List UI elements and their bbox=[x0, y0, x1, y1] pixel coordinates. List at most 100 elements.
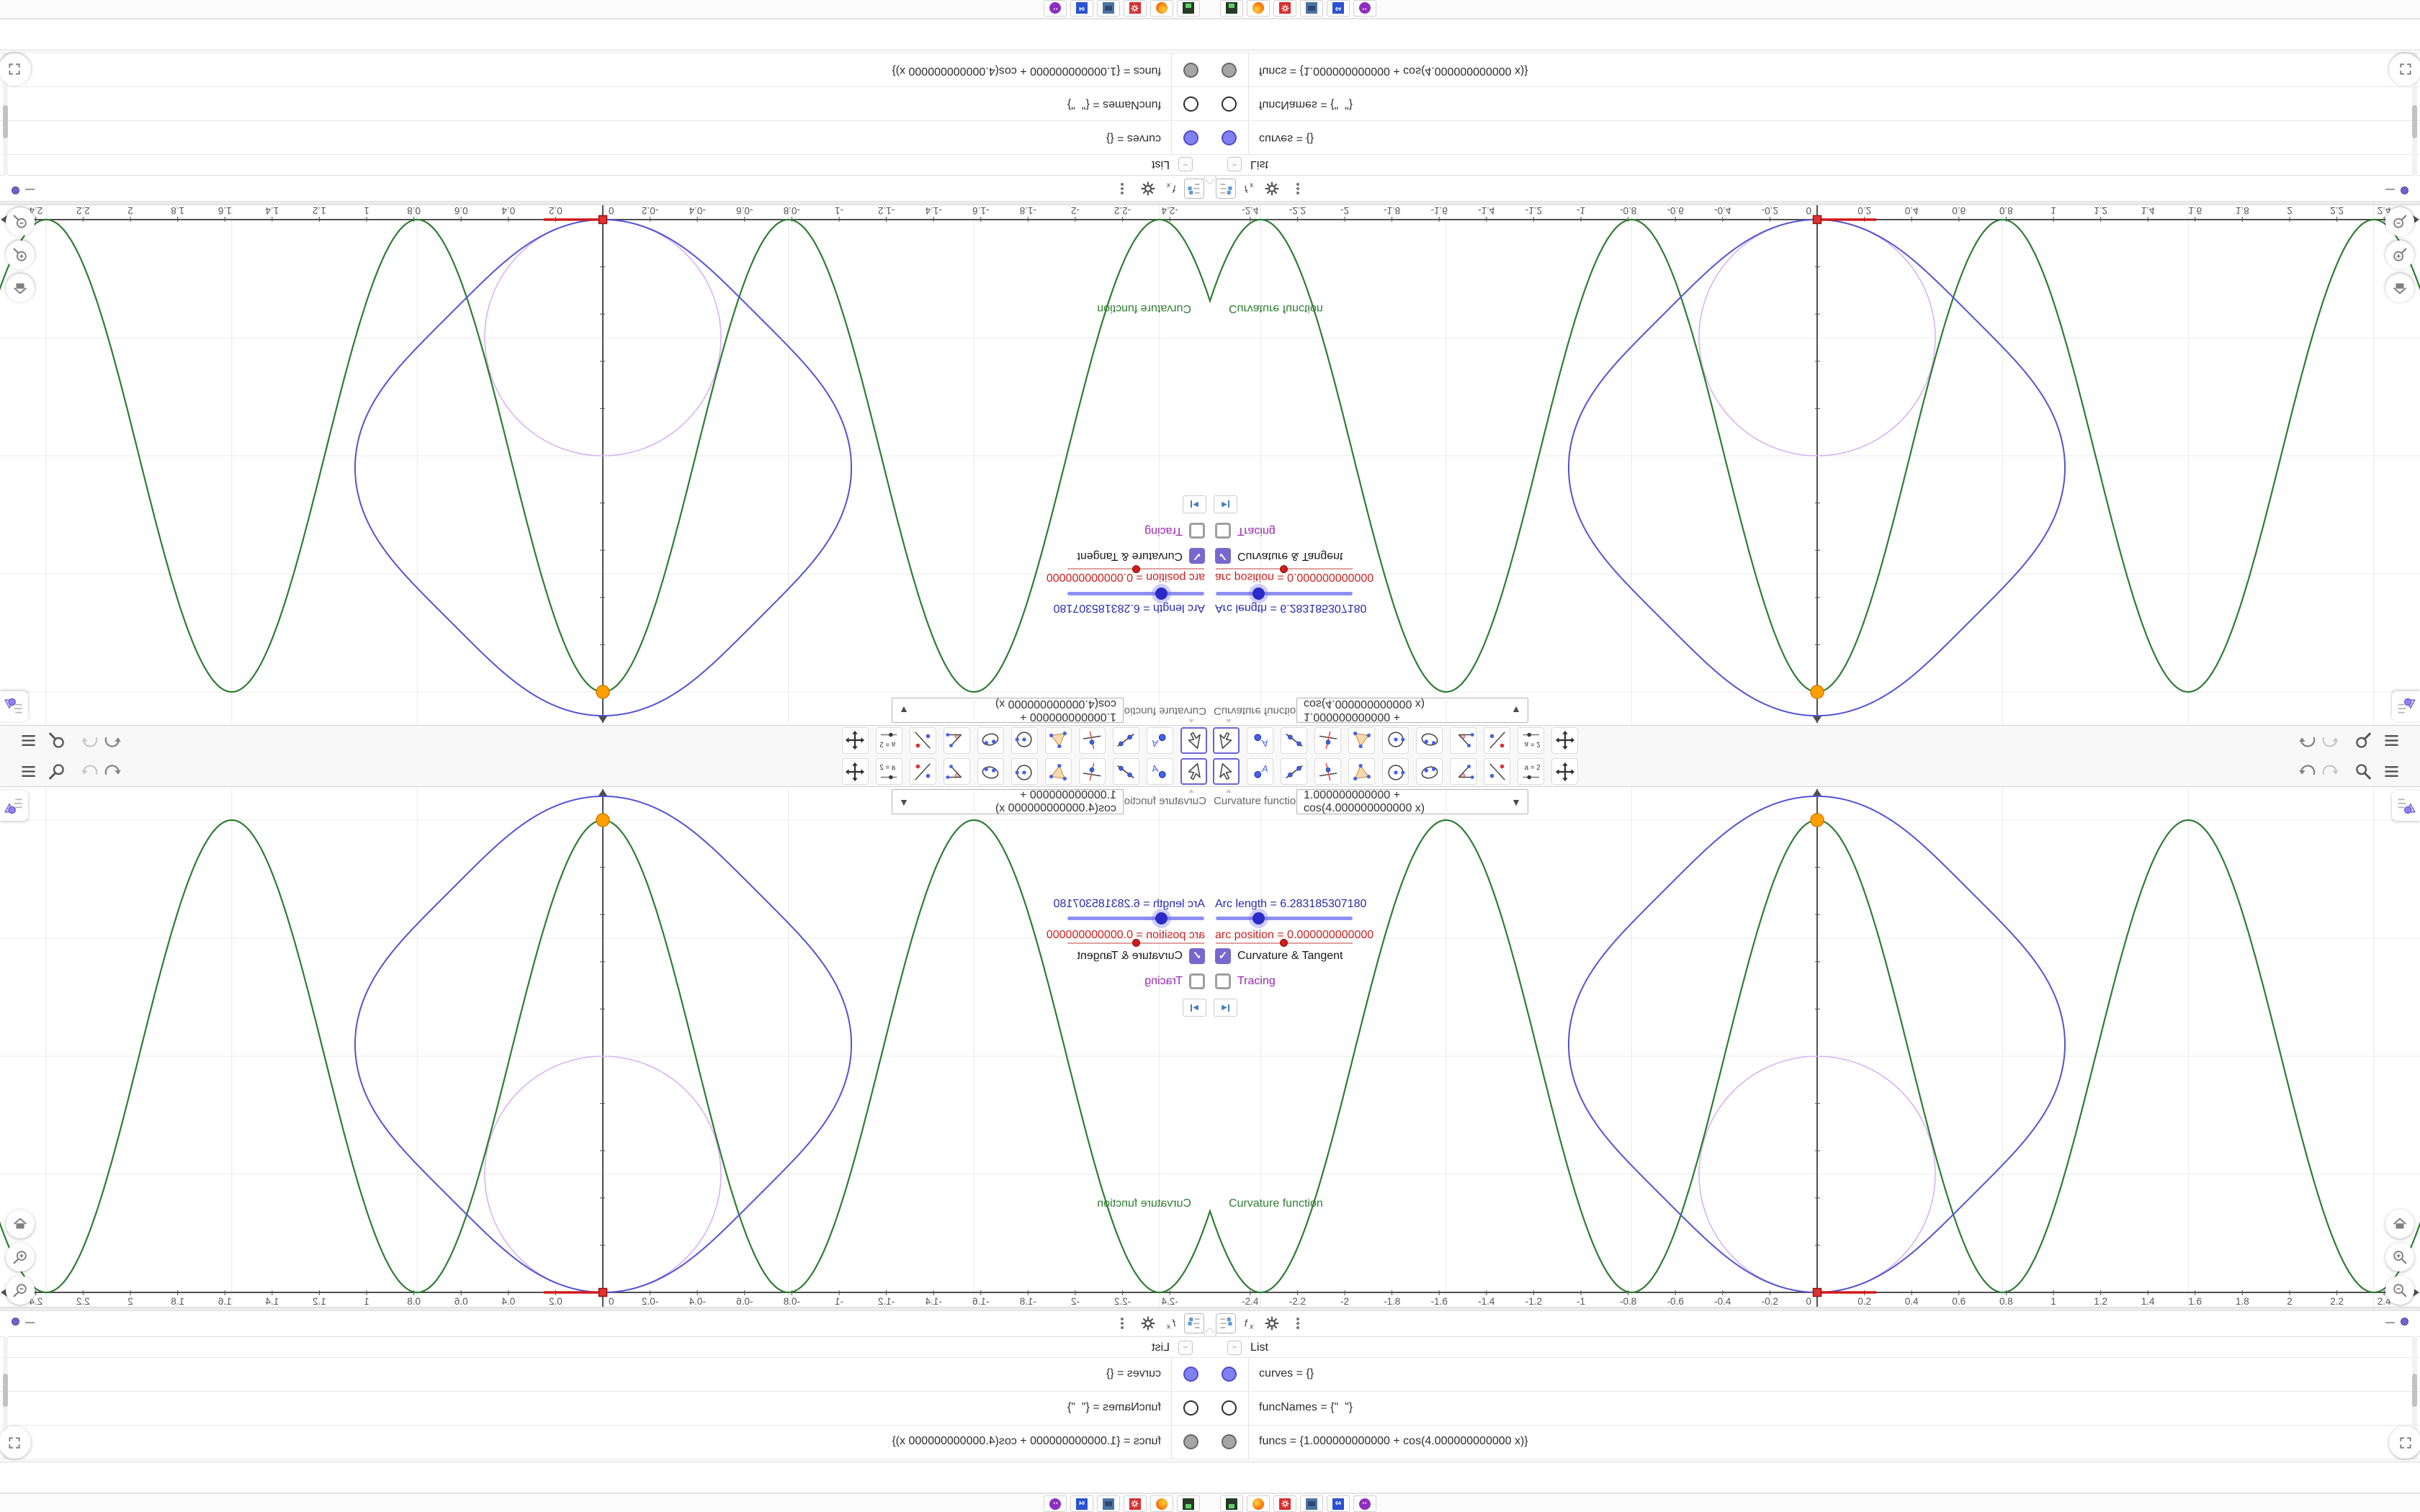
undo-icon[interactable] bbox=[102, 761, 123, 782]
taskbar-app-camera-monitor[interactable] bbox=[1300, 0, 1323, 17]
arc-length-slider[interactable] bbox=[1067, 917, 1204, 920]
redo-icon[interactable] bbox=[2320, 761, 2341, 782]
kebab-menu-icon[interactable] bbox=[1112, 179, 1132, 199]
tool-ellipse-icon[interactable] bbox=[1416, 758, 1443, 785]
arc-length-slider[interactable] bbox=[1067, 592, 1204, 595]
tool-move-graphics-icon[interactable] bbox=[842, 727, 869, 754]
algebra-scrollbar-thumb[interactable] bbox=[2412, 1374, 2417, 1407]
algebra-row-curves[interactable]: curves = {} bbox=[0, 1358, 1210, 1392]
algebra-scrollbar-thumb[interactable] bbox=[3, 105, 8, 138]
tool-circle-icon[interactable] bbox=[1011, 758, 1038, 785]
arc-position-slider-knob[interactable] bbox=[1280, 939, 1288, 947]
taskbar-app-floppy-64[interactable]: 64 bbox=[1070, 0, 1093, 17]
empty-visibility-toggle[interactable] bbox=[1183, 1400, 1198, 1416]
arc-length-slider[interactable] bbox=[1216, 917, 1353, 920]
tool-move-graphics-icon[interactable] bbox=[842, 758, 869, 785]
arc-length-slider-knob[interactable] bbox=[1252, 588, 1265, 600]
tool-ellipse-icon[interactable] bbox=[1416, 727, 1443, 754]
taskbar-app-firefox[interactable] bbox=[1247, 0, 1270, 17]
algebra-row-funcs[interactable]: funcs = {1.000000000000 + cos(4.00000000… bbox=[0, 53, 1210, 86]
search-icon[interactable] bbox=[47, 761, 68, 782]
tool-line-icon[interactable] bbox=[1281, 727, 1307, 754]
tool-perpendicular-line-icon[interactable] bbox=[1314, 758, 1341, 785]
fx-icon[interactable]: fx bbox=[1240, 179, 1260, 199]
algebra-row-funcNames[interactable]: funcNames = {" "} bbox=[1210, 1392, 2420, 1426]
tracing-checkbox[interactable] bbox=[1215, 973, 1231, 989]
collapse-icon[interactable]: − bbox=[1178, 157, 1193, 171]
tool-reflect-icon[interactable] bbox=[910, 758, 936, 785]
taskbar-app-firefox[interactable] bbox=[1247, 1495, 1270, 1512]
zoom-in-icon[interactable] bbox=[2385, 240, 2414, 269]
tool-point-icon[interactable]: A bbox=[1247, 758, 1273, 785]
fullscreen-icon[interactable] bbox=[0, 1426, 31, 1459]
arc-position-point[interactable] bbox=[1812, 215, 1822, 225]
collapse-icon[interactable]: − bbox=[1178, 1341, 1193, 1355]
menu-icon[interactable] bbox=[18, 761, 39, 782]
arc-position-point[interactable] bbox=[598, 1287, 608, 1297]
graphics-view[interactable]: -2.4 -2.2 -2 -1.8 -1.6 -1.4 -1.2 -1 -0.8 -0.6 -0.4… bbox=[0, 788, 1210, 1307]
home-icon[interactable] bbox=[2385, 1210, 2414, 1238]
algebra-row-funcNames[interactable]: funcNames = {" "} bbox=[0, 86, 1210, 120]
arc-position-slider-knob[interactable] bbox=[1132, 565, 1140, 573]
view-splitter[interactable] bbox=[0, 1307, 1210, 1311]
curvature-tangent-checkbox[interactable]: ✓ bbox=[1189, 548, 1205, 564]
menu-icon[interactable] bbox=[2381, 761, 2402, 782]
view-splitter[interactable] bbox=[1210, 201, 2420, 205]
taskbar-app-floppy-64[interactable]: 64 bbox=[1327, 1495, 1350, 1512]
redo-icon[interactable] bbox=[79, 761, 100, 782]
algebra-row-curves[interactable]: curves = {} bbox=[1210, 1358, 2420, 1392]
tool-reflect-icon[interactable] bbox=[910, 727, 936, 754]
arc-position-point[interactable] bbox=[1812, 1287, 1822, 1297]
home-icon[interactable] bbox=[6, 274, 35, 302]
blue-visibility-toggle[interactable] bbox=[1183, 130, 1198, 145]
graphics-stylebar-button[interactable] bbox=[2392, 791, 2420, 821]
graphics-view[interactable]: -2.4 -2.2 -2 -1.8 -1.6 -1.4 -1.2 -1 -0.8 -0.6 -0.4… bbox=[0, 205, 1210, 724]
curvature-point[interactable] bbox=[596, 813, 610, 827]
taskbar-app-purple-face[interactable]: •• bbox=[1353, 0, 1376, 17]
collapse-icon[interactable]: − bbox=[1227, 157, 1242, 171]
empty-visibility-toggle[interactable] bbox=[1222, 1400, 1237, 1416]
tree-view-icon[interactable] bbox=[1216, 1313, 1236, 1333]
tool-line-icon[interactable] bbox=[1113, 758, 1139, 785]
undo-icon[interactable] bbox=[2297, 730, 2318, 751]
taskbar-app-red-gear[interactable] bbox=[1273, 0, 1296, 17]
tree-view-icon[interactable] bbox=[1216, 179, 1236, 199]
search-icon[interactable] bbox=[47, 730, 68, 751]
taskbar-app-camera-monitor[interactable] bbox=[1300, 1495, 1323, 1512]
algebra-row-curves[interactable]: curves = {} bbox=[0, 120, 1210, 154]
tree-view-icon[interactable] bbox=[1184, 1313, 1204, 1333]
tool-circle-icon[interactable] bbox=[1011, 727, 1038, 754]
algebra-row-funcs[interactable]: funcs = {1.000000000000 + cos(4.00000000… bbox=[0, 1426, 1210, 1459]
home-icon[interactable] bbox=[2385, 274, 2414, 302]
curvature-tangent-checkbox[interactable]: ✓ bbox=[1215, 948, 1231, 964]
gear-icon[interactable] bbox=[1262, 1313, 1282, 1333]
arc-position-point[interactable] bbox=[598, 215, 608, 225]
menu-icon[interactable] bbox=[2381, 730, 2402, 751]
skip-to-end-button[interactable]: ▶ bbox=[1183, 495, 1206, 513]
curvature-point[interactable] bbox=[1810, 813, 1824, 827]
arc-length-slider-knob[interactable] bbox=[1155, 588, 1168, 600]
graphics-stylebar-button[interactable] bbox=[2392, 691, 2420, 721]
taskbar-app-floppy-64[interactable]: 64 bbox=[1327, 0, 1350, 17]
tool-reflect-icon[interactable] bbox=[1484, 758, 1510, 785]
arc-length-slider-knob[interactable] bbox=[1252, 912, 1265, 924]
taskbar-app-firefox[interactable] bbox=[1150, 0, 1173, 17]
tool-move-icon[interactable] bbox=[1213, 719, 1240, 754]
taskbar-app-console-green[interactable] bbox=[1220, 0, 1243, 17]
view-splitter[interactable] bbox=[1210, 1307, 2420, 1311]
curvature-tangent-checkbox[interactable]: ✓ bbox=[1189, 948, 1205, 964]
tool-circle-icon[interactable] bbox=[1382, 727, 1409, 754]
fullscreen-icon[interactable] bbox=[0, 53, 31, 86]
taskbar-app-red-gear[interactable] bbox=[1273, 1495, 1296, 1512]
tool-reflect-icon[interactable] bbox=[1484, 727, 1510, 754]
tool-move-icon[interactable] bbox=[1180, 719, 1207, 754]
graphics-stylebar-button[interactable] bbox=[0, 691, 28, 721]
tool-angle-icon[interactable] bbox=[944, 727, 970, 754]
taskbar-app-firefox[interactable] bbox=[1150, 1495, 1173, 1512]
algebra-row-funcNames[interactable]: funcNames = {" "} bbox=[1210, 86, 2420, 120]
menu-icon[interactable] bbox=[18, 730, 39, 751]
redo-icon[interactable] bbox=[79, 730, 100, 751]
curvature-tangent-checkbox[interactable]: ✓ bbox=[1215, 548, 1231, 564]
tool-move-icon[interactable] bbox=[1180, 758, 1207, 793]
graphics-view[interactable]: -2.4 -2.2 -2 -1.8 -1.6 -1.4 -1.2 -1 -0.8 -0.6 -0.4… bbox=[1210, 788, 2420, 1307]
